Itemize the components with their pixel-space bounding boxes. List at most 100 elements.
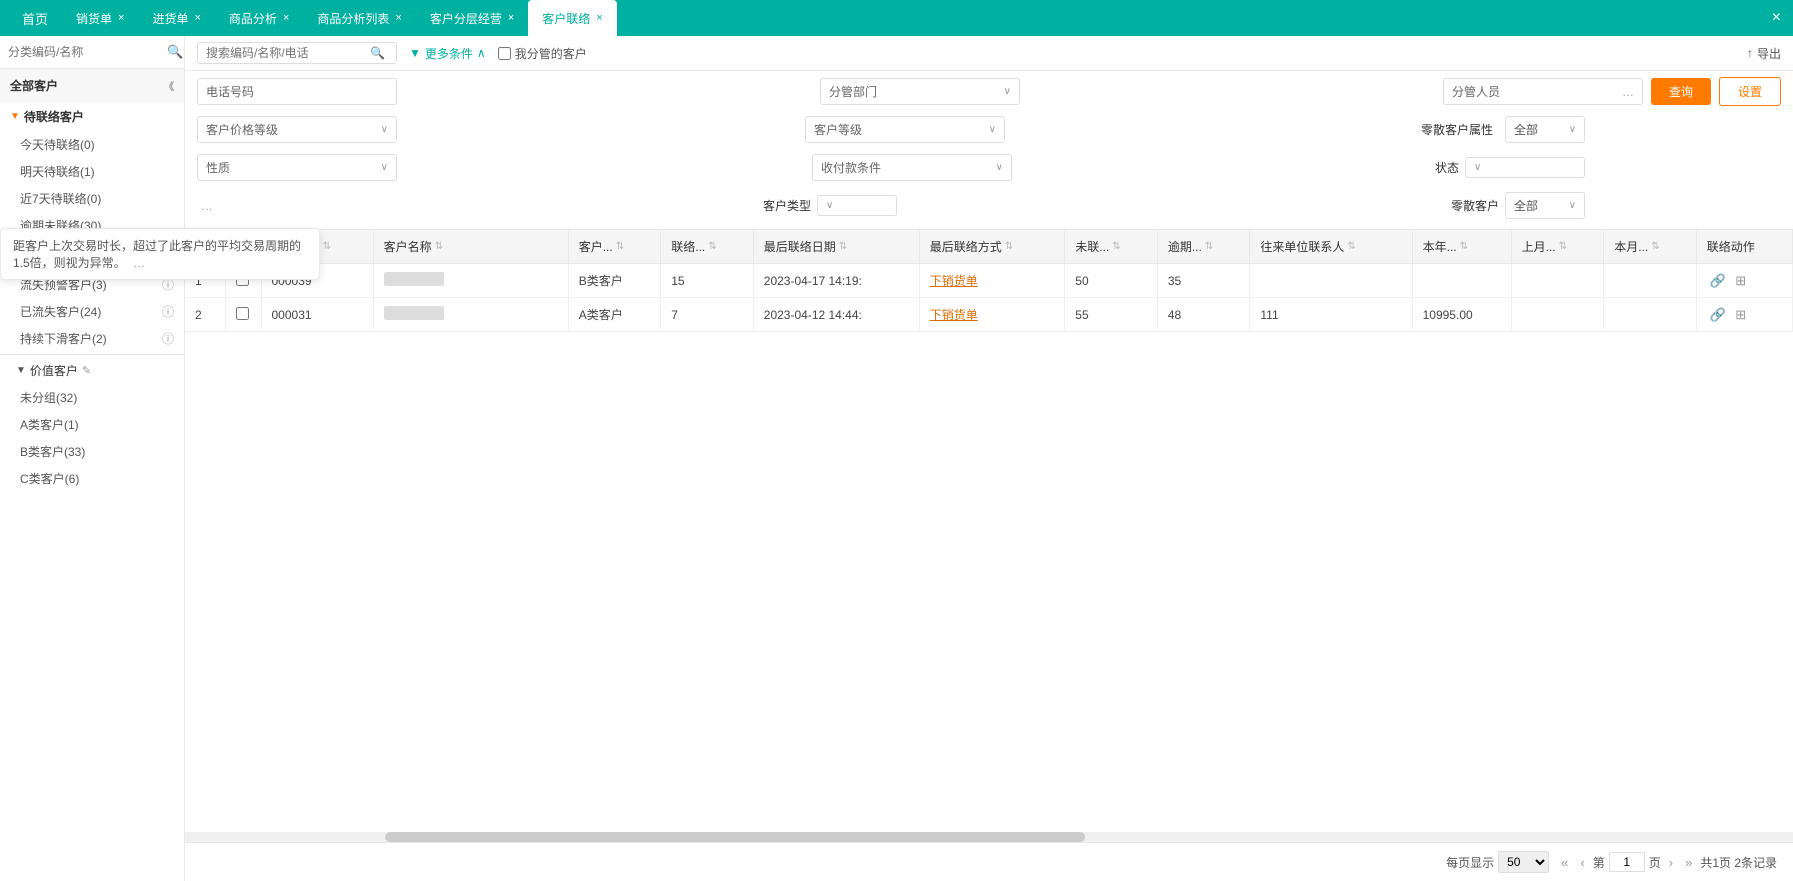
sidebar-tomorrow-contact[interactable]: 明天待联络(1) [0,158,184,185]
cell-seq-2: 2 [185,298,225,332]
sort-this-month-icon: ⇅ [1651,241,1659,252]
close-customer-segment-tab[interactable]: × [508,12,514,24]
gender-field[interactable]: 性质 ∨ [197,154,397,181]
pending-contact-group[interactable]: ▼ 待联络客户 [0,102,184,131]
edit-value-icon[interactable]: ✎ [82,364,91,377]
payment-field[interactable]: 收付款条件 ∨ [812,154,1012,181]
link-icon-1[interactable]: 🔗 [1710,273,1726,288]
query-btn[interactable]: 查询 [1651,78,1711,105]
phone-field[interactable]: 电话号码 [197,78,397,105]
settings-btn[interactable]: 设置 [1719,77,1781,106]
all-customers-header[interactable]: 全部客户 《 [0,69,184,102]
sort-this-month[interactable]: 本月... ⇅ [1614,238,1659,255]
sidebar-ungrouped[interactable]: 未分组(32) [0,384,184,411]
filter-bar: 🔍 ▼ 更多条件 ∧ 我分管的客户 ↑ 导出 [185,36,1793,71]
customer-type-select[interactable]: ∨ [817,195,897,216]
close-customer-contact-tab[interactable]: × [596,12,602,24]
nav-product-list[interactable]: 商品分析列表 × [303,0,415,36]
customer-grade-field[interactable]: 客户等级 ∨ [805,116,1005,143]
prev-page-btn[interactable]: ‹ [1576,853,1588,872]
search-input[interactable] [206,46,366,60]
h-scrollbar-thumb[interactable] [385,832,1085,842]
more-filter-btn[interactable]: ▼ 更多条件 ∧ [409,45,486,62]
last-page-btn[interactable]: » [1681,853,1696,872]
sort-last-month-icon: ⇅ [1559,241,1567,252]
grid-icon-1[interactable]: ⊞ [1735,273,1746,288]
link-icon-2[interactable]: 🔗 [1710,307,1726,322]
cell-name-2 [373,298,568,332]
sidebar-7days-contact[interactable]: 近7天待联络(0) [0,185,184,212]
sort-this-year[interactable]: 本年... ⇅ [1423,238,1468,255]
cell-this-month-1 [1604,264,1697,298]
cell-contact-count-1: 15 [661,264,754,298]
sidebar-class-a[interactable]: A类客户(1) [0,411,184,438]
col-contact-count: 联络... ⇅ [661,230,754,264]
my-customer-checkbox[interactable] [498,47,511,60]
sidebar-class-b[interactable]: B类客户(33) [0,438,184,465]
main-layout: 🔍 全部客户 《 ▼ 待联络客户 今天待联络(0) 明天待联络(1) 近7天待联… [0,36,1793,881]
sort-name[interactable]: 客户名称 ⇅ [384,238,443,255]
dept-arrow: ∨ [1004,86,1011,97]
person-field[interactable]: 分管人员 … [1443,78,1643,105]
last-method-link-2[interactable]: 下销货单 [930,308,978,322]
nav-home[interactable]: 首页 [8,0,62,36]
sidebar-class-c[interactable]: C类客户(6) [0,465,184,492]
per-page-select[interactable]: 50 20 100 [1498,851,1549,873]
blurred-name-2 [384,306,444,320]
sort-contact-count[interactable]: 联络... ⇅ [671,238,716,255]
search-icon[interactable]: 🔍 [370,46,385,60]
sidebar-search-icon[interactable]: 🔍 [167,44,183,60]
status-select[interactable]: ∨ [1465,157,1585,178]
person-more-btn[interactable]: … [1622,85,1634,99]
retail-customer-select[interactable]: 全部 ∨ [1505,192,1585,219]
sidebar-churned[interactable]: 已流失客户(24) ⓘ [0,298,184,325]
sort-type[interactable]: 客户... ⇅ [579,238,624,255]
nav-sales[interactable]: 销货单 × [62,0,138,36]
sidebar-search-input[interactable] [8,45,163,59]
close-sales-tab[interactable]: × [118,12,124,24]
window-close-button[interactable]: × [1772,9,1781,27]
sort-uncontacted[interactable]: 未联... ⇅ [1075,238,1120,255]
more-fields-btn[interactable]: … [197,199,217,213]
export-btn[interactable]: ↑ 导出 [1747,45,1781,62]
close-product-list-tab[interactable]: × [395,12,401,24]
repurchase-tooltip: 距客户上次交易时长，超过了此客户的平均交易周期的1.5倍，则视为异常。 … [0,228,185,280]
info-icon-declining[interactable]: ⓘ [162,330,174,347]
sort-this-year-icon: ⇅ [1460,241,1468,252]
sort-contacts[interactable]: 往来单位联系人 ⇅ [1260,238,1355,255]
info-icon-churned[interactable]: ⓘ [162,303,174,320]
first-page-btn[interactable]: « [1557,853,1572,872]
blurred-name-1 [384,272,444,286]
cell-check-2 [225,298,261,332]
h-scrollbar[interactable] [185,832,1793,842]
nav-customer-contact[interactable]: 客户联络 × [528,0,616,36]
top-nav: 首页 销货单 × 进货单 × 商品分析 × 商品分析列表 × 客户分层经营 × … [0,0,1793,36]
sort-overdue[interactable]: 逾期... ⇅ [1168,238,1213,255]
cell-uncontacted-1: 50 [1065,264,1158,298]
page-nav: « ‹ 第 页 › » 共1页 2条记录 [1557,852,1777,872]
page-input[interactable] [1609,852,1645,872]
row-checkbox-2[interactable] [236,307,249,320]
next-page-btn[interactable]: › [1665,853,1677,872]
customer-grade-arrow: ∨ [989,124,996,135]
cell-this-year-2: 10995.00 [1412,298,1511,332]
close-purchase-tab[interactable]: × [194,12,200,24]
last-method-link-1[interactable]: 下销货单 [930,274,978,288]
dept-field[interactable]: 分管部门 ∨ [820,78,1020,105]
close-product-analysis-tab[interactable]: × [283,12,289,24]
nav-purchase[interactable]: 进货单 × [138,0,214,36]
price-grade-field[interactable]: 客户价格等级 ∨ [197,116,397,143]
sort-last-date[interactable]: 最后联络日期 ⇅ [764,238,847,255]
retail-attr-select[interactable]: 全部 ∨ [1505,116,1585,143]
nav-customer-segment[interactable]: 客户分层经营 × [416,0,528,36]
sort-last-month[interactable]: 上月... ⇅ [1522,238,1567,255]
customer-value-group[interactable]: ▼ 价值客户 ✎ [0,357,184,384]
sort-last-method[interactable]: 最后联络方式 ⇅ [930,238,1013,255]
grid-icon-2[interactable]: ⊞ [1735,307,1746,322]
my-customer-checkbox-container[interactable]: 我分管的客户 [498,45,587,62]
col-this-month: 本月... ⇅ [1604,230,1697,264]
filter-actions: 查询 设置 [1651,77,1781,106]
sidebar-declining[interactable]: 持续下滑客户(2) ⓘ [0,325,184,352]
sidebar-today-contact[interactable]: 今天待联络(0) [0,131,184,158]
nav-product-analysis[interactable]: 商品分析 × [215,0,303,36]
